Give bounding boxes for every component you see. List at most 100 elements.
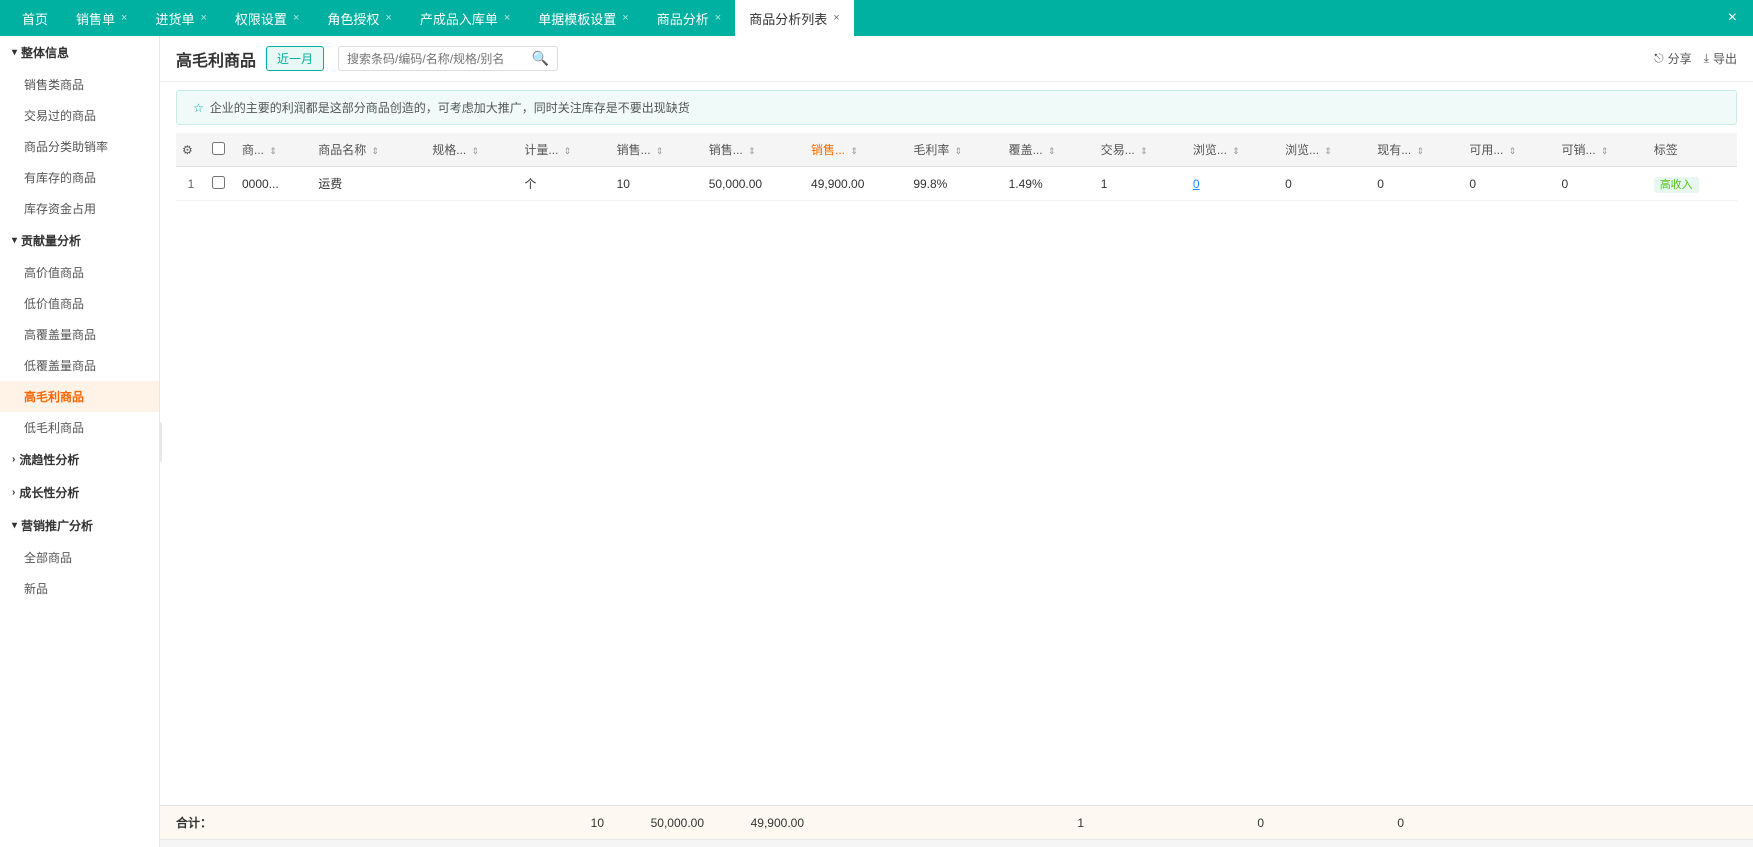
nav-close-permissions[interactable]: × xyxy=(293,12,299,24)
sidebar-group-overall[interactable]: ▾ 整体信息 xyxy=(0,36,159,69)
nav-item-analysis[interactable]: 商品分析 × xyxy=(643,0,735,36)
col-current[interactable]: 现有... ⇕ xyxy=(1371,133,1463,167)
sidebar-collapse-button[interactable]: « xyxy=(160,422,162,462)
sort-available-icon: ⇕ xyxy=(1509,146,1517,156)
export-button[interactable]: ⤓ 导出 xyxy=(1704,50,1737,67)
sidebar-item-high-margin[interactable]: 高毛利商品 xyxy=(0,381,159,412)
row-checkbox[interactable] xyxy=(206,167,236,201)
sidebar-item-high-value[interactable]: 高价值商品 xyxy=(0,257,159,288)
nav-item-purchase[interactable]: 进货单 × xyxy=(141,0,220,36)
row-sales-qty: 10 xyxy=(611,167,703,201)
nav-close-stock-in[interactable]: × xyxy=(504,12,510,24)
col-sales-amount[interactable]: 销售... ⇕ xyxy=(703,133,805,167)
nav-item-sales[interactable]: 销售单 × xyxy=(62,0,141,36)
col-browse1[interactable]: 浏览... ⇕ xyxy=(1187,133,1279,167)
content-header: 高毛利商品 近一月 🔍 ⎋ 分享 ⤓ 导出 xyxy=(160,36,1753,82)
browse1-link[interactable]: 0 xyxy=(1193,177,1200,191)
col-spec[interactable]: 规格... ⇕ xyxy=(426,133,518,167)
sidebar-group-contribution[interactable]: ▾ 贡献量分析 xyxy=(0,224,159,257)
col-sales-profit[interactable]: 销售... ⇕ xyxy=(805,133,907,167)
table-container[interactable]: ⚙ 商... ⇕ 商品名称 ⇕ xyxy=(160,133,1753,805)
search-input[interactable] xyxy=(347,52,532,66)
total-label: 合计： xyxy=(176,814,256,831)
arrow-overall-icon: ▾ xyxy=(12,47,17,58)
row-sales-amount: 50,000.00 xyxy=(703,167,805,201)
sidebar-item-stock-capital[interactable]: 库存资金占用 xyxy=(0,193,159,224)
table-row: 1 0000... 运费 个 10 50,000.00 49,900.00 99… xyxy=(176,167,1737,201)
tag-badge: 高收入 xyxy=(1654,177,1699,193)
sidebar-item-category-rate[interactable]: 商品分类助销率 xyxy=(0,131,159,162)
nav-close-all[interactable]: × xyxy=(1720,9,1745,27)
arrow-flow-icon: › xyxy=(12,454,15,465)
sort-sales-amount-icon: ⇕ xyxy=(748,146,756,156)
sidebar-group-growth[interactable]: › 成长性分析 xyxy=(0,476,159,509)
sort-coverage-icon: ⇕ xyxy=(1048,146,1056,156)
sort-unit-icon: ⇕ xyxy=(564,146,572,156)
col-sellable[interactable]: 可销... ⇕ xyxy=(1556,133,1648,167)
col-coverage[interactable]: 覆盖... ⇕ xyxy=(1003,133,1095,167)
nav-item-permissions[interactable]: 权限设置 × xyxy=(221,0,313,36)
row-trade: 1 xyxy=(1095,167,1187,201)
sidebar-group-flow[interactable]: › 流趋性分析 xyxy=(0,443,159,476)
col-sales-qty[interactable]: 销售... ⇕ xyxy=(611,133,703,167)
row-browse2: 0 xyxy=(1279,167,1371,201)
footer-available: 0 xyxy=(1336,816,1416,830)
col-unit[interactable]: 计量... ⇕ xyxy=(518,133,610,167)
content-area: « 高毛利商品 近一月 🔍 ⎋ 分享 ⤓ 导出 ☆ 企 xyxy=(160,36,1753,847)
header-actions: ⎋ 分享 ⤓ 导出 xyxy=(1654,50,1737,67)
col-settings[interactable]: ⚙ xyxy=(176,133,206,167)
settings-icon[interactable]: ⚙ xyxy=(182,143,193,157)
nav-close-analysis-list[interactable]: × xyxy=(833,12,839,24)
arrow-marketing-icon: ▾ xyxy=(12,520,17,531)
nav-item-analysis-list[interactable]: 商品分析列表 × xyxy=(735,0,853,36)
sort-name-icon: ⇕ xyxy=(372,146,380,156)
col-code[interactable]: 商... ⇕ xyxy=(236,133,312,167)
sort-code-icon: ⇕ xyxy=(269,146,277,156)
sidebar-item-traded-goods[interactable]: 交易过的商品 xyxy=(0,100,159,131)
row-name: 运费 xyxy=(312,167,426,201)
col-trade[interactable]: 交易... ⇕ xyxy=(1095,133,1187,167)
select-all-checkbox[interactable] xyxy=(212,142,225,155)
export-icon: ⤓ xyxy=(1704,51,1709,66)
sidebar-group-marketing[interactable]: ▾ 营销推广分析 xyxy=(0,509,159,542)
sidebar-item-all-goods[interactable]: 全部商品 xyxy=(0,542,159,573)
nav-close-purchase[interactable]: × xyxy=(200,12,206,24)
footer-bar: 合计： 10 50,000.00 49,900.00 1 0 0 xyxy=(160,805,1753,839)
sidebar-item-low-value[interactable]: 低价值商品 xyxy=(0,288,159,319)
period-button[interactable]: 近一月 xyxy=(266,46,324,71)
share-button[interactable]: ⎋ 分享 xyxy=(1654,50,1692,67)
nav-item-home[interactable]: 首页 xyxy=(8,0,62,36)
sort-trade-icon: ⇕ xyxy=(1140,146,1148,156)
col-name[interactable]: 商品名称 ⇕ xyxy=(312,133,426,167)
sidebar-item-in-stock[interactable]: 有库存的商品 xyxy=(0,162,159,193)
row-browse1[interactable]: 0 xyxy=(1187,167,1279,201)
search-icon[interactable]: 🔍 xyxy=(532,50,549,67)
col-available[interactable]: 可用... ⇕ xyxy=(1463,133,1555,167)
nav-close-sales[interactable]: × xyxy=(121,12,127,24)
nav-item-stock-in[interactable]: 产成品入库单 × xyxy=(406,0,524,36)
sidebar-item-low-coverage[interactable]: 低覆盖量商品 xyxy=(0,350,159,381)
row-select-checkbox[interactable] xyxy=(212,176,225,189)
data-table: ⚙ 商... ⇕ 商品名称 ⇕ xyxy=(176,133,1737,201)
bottom-scrollbar[interactable] xyxy=(160,839,1753,847)
nav-close-roles[interactable]: × xyxy=(385,12,391,24)
row-current: 0 xyxy=(1371,167,1463,201)
col-browse2[interactable]: 浏览... ⇕ xyxy=(1279,133,1371,167)
sort-sales-qty-icon: ⇕ xyxy=(656,146,664,156)
nav-item-template[interactable]: 单据模板设置 × xyxy=(524,0,642,36)
sidebar-item-low-margin[interactable]: 低毛利商品 xyxy=(0,412,159,443)
share-icon: ⎋ xyxy=(1654,51,1664,66)
sort-spec-icon: ⇕ xyxy=(472,146,480,156)
nav-close-template[interactable]: × xyxy=(622,12,628,24)
row-tag: 高收入 xyxy=(1648,167,1737,201)
sidebar-item-new-goods[interactable]: 新品 xyxy=(0,573,159,604)
col-tag[interactable]: 标签 xyxy=(1648,133,1737,167)
row-sellable: 0 xyxy=(1556,167,1648,201)
footer-current: 0 xyxy=(1196,816,1276,830)
sidebar-item-high-coverage[interactable]: 高覆盖量商品 xyxy=(0,319,159,350)
search-box: 🔍 xyxy=(338,46,558,71)
sidebar-item-sales-goods[interactable]: 销售类商品 xyxy=(0,69,159,100)
nav-close-analysis[interactable]: × xyxy=(715,12,721,24)
col-gross-rate[interactable]: 毛利率 ⇕ xyxy=(907,133,1002,167)
nav-item-roles[interactable]: 角色授权 × xyxy=(313,0,405,36)
